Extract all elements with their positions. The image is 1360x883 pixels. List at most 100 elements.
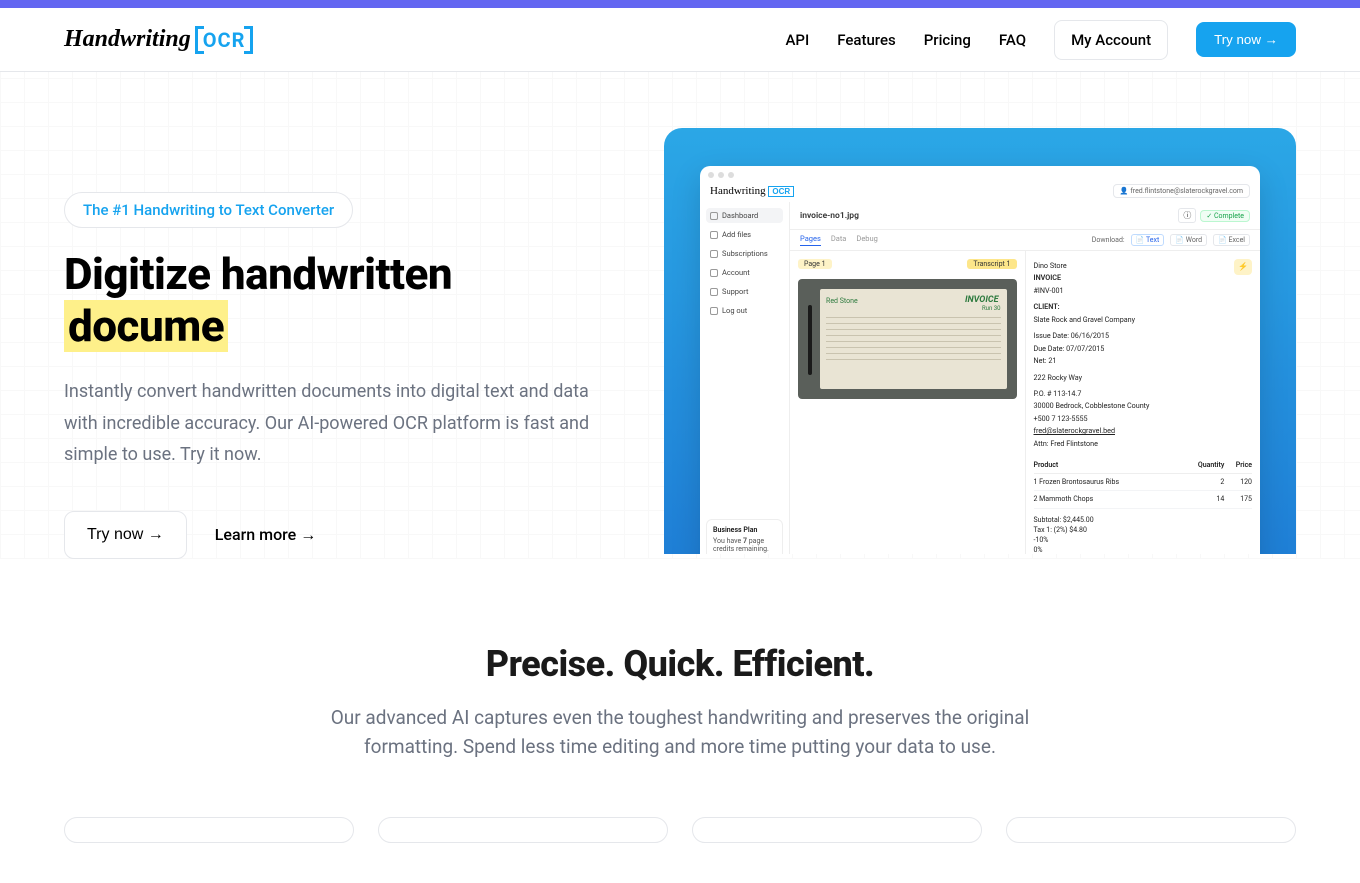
td-product: 2 Mammoth Chops [1034, 491, 1180, 508]
sidebar-item-subscriptions[interactable]: Subscriptions [706, 246, 783, 261]
sidebar-label-subs: Subscriptions [722, 249, 768, 258]
app-logo: Handwriting OCR [710, 185, 794, 197]
t-addr1: 222 Rocky Way [1034, 373, 1253, 383]
bolt-icon[interactable]: ⚡ [1234, 259, 1252, 275]
sidebar-item-support[interactable]: Support [706, 284, 783, 299]
app-screenshot: Handwriting OCR 👤 fred.flintstone@slater… [700, 166, 1260, 554]
hero-try-now-button[interactable]: Try now → [64, 511, 187, 559]
sidebar-label-account: Account [722, 268, 750, 277]
nav-features[interactable]: Features [837, 31, 895, 49]
sidebar-item-add-files[interactable]: Add files [706, 227, 783, 242]
t-number: #INV-001 [1034, 286, 1253, 296]
scan-invoice-title: INVOICE [965, 295, 999, 305]
sidebar-label-logout: Log out [722, 306, 747, 315]
transcript-table: Product Quantity Price 1 Frozen Brontosa… [1034, 457, 1253, 508]
features-intro-section: Precise. Quick. Efficient. Our advanced … [0, 559, 1360, 883]
t-attn: Attn: Fred Flintstone [1034, 439, 1253, 449]
sidebar-item-account[interactable]: Account [706, 265, 783, 280]
t-subtotal: Subtotal: $2,445.00 [1034, 515, 1253, 525]
hero-copy: The #1 Handwriting to Text Converter Dig… [64, 128, 624, 559]
hero-screenshot-frame: Handwriting OCR 👤 fred.flintstone@slater… [664, 128, 1296, 554]
download-row: Download: 📄 Text 📄 Word 📄 Excel [1092, 234, 1250, 246]
tabs: Pages Data Debug [800, 234, 878, 246]
t-client: Slate Rock and Gravel Company [1034, 315, 1253, 325]
tab-debug[interactable]: Debug [856, 234, 877, 246]
hero-pill: The #1 Handwriting to Text Converter [64, 192, 353, 228]
download-label: Download: [1092, 236, 1125, 244]
section2-heading: Precise. Quick. Efficient. [64, 643, 1296, 685]
download-text-label: Text [1146, 236, 1159, 244]
add-files-icon [710, 231, 718, 239]
hero-lead: Instantly convert handwritten documents … [64, 376, 624, 471]
t-heading: INVOICE [1034, 273, 1062, 282]
t-due: Due Date: 07/07/2015 [1034, 344, 1253, 354]
hero-learn-more-link[interactable]: Learn more → [215, 525, 316, 545]
mac-traffic-lights [700, 166, 1260, 184]
app-sidebar: Dashboard Add files Subscriptions Accoun… [700, 202, 790, 554]
scan-run-number: Run 30 [826, 305, 1001, 312]
table-row: 2 Mammoth Chops 14 175 [1034, 491, 1253, 508]
td-qty: 14 [1179, 491, 1224, 508]
t-disc2: 0% [1034, 545, 1253, 554]
t-store: Dino Store [1034, 261, 1253, 271]
download-excel-label: Excel [1229, 236, 1245, 244]
dashboard-icon [710, 212, 718, 220]
td-price: 175 [1224, 491, 1252, 508]
sidebar-item-logout[interactable]: Log out [706, 303, 783, 318]
td-qty: 2 [1179, 474, 1224, 491]
plan-name: Business Plan [713, 526, 776, 534]
logo-script: Handwriting [64, 26, 191, 53]
td-product: 1 Frozen Brontosaurus Ribs [1034, 474, 1180, 491]
hero-heading-highlight: docume [64, 300, 228, 352]
t-client-label: CLIENT: [1034, 302, 1060, 311]
tab-data[interactable]: Data [831, 234, 847, 246]
pen-graphic [808, 305, 812, 375]
tab-pages[interactable]: Pages [800, 234, 821, 246]
credits-line: You have 7 page credits remaining. [713, 537, 776, 553]
credits-pre: You have [713, 537, 743, 545]
status-badge: ✓ Complete [1200, 210, 1250, 222]
nav-try-now-button[interactable]: Try now → [1196, 22, 1296, 57]
transcript-pane: ⚡ Dino Store INVOICE #INV-001 CLIENT: Sl… [1025, 251, 1261, 554]
sidebar-item-dashboard[interactable]: Dashboard [706, 208, 783, 223]
sidebar-label-dashboard: Dashboard [722, 211, 758, 220]
nav-api[interactable]: API [785, 31, 809, 49]
hero-heading-pre: Digitize handwritten [64, 248, 452, 300]
account-icon [710, 269, 718, 277]
sidebar-subscription-box: Business Plan You have 7 page credits re… [706, 519, 783, 554]
hero-heading: Digitize handwritten docume [64, 248, 624, 352]
th-price: Price [1224, 457, 1252, 474]
main-nav: API Features Pricing FAQ My Account Try … [785, 20, 1296, 60]
page-preview-pane: Page 1 Transcript 1 Red Stone INVOICE Ru… [790, 251, 1025, 554]
sidebar-label-add: Add files [722, 230, 751, 239]
app-user-email-chip: 👤 fred.flintstone@slaterockgravel.com [1113, 184, 1250, 198]
t-phone: +500 7 123-5555 [1034, 414, 1253, 424]
th-qty: Quantity [1179, 457, 1224, 474]
feature-card [378, 817, 668, 843]
t-po: P.O. # 113-14.7 [1034, 389, 1253, 399]
support-icon [710, 288, 718, 296]
nav-my-account[interactable]: My Account [1054, 20, 1168, 60]
file-name: invoice-no1.jpg [800, 211, 859, 221]
scanned-image: Red Stone INVOICE Run 30 [798, 279, 1017, 399]
feature-cards-row [64, 817, 1296, 843]
nav-pricing[interactable]: Pricing [924, 31, 971, 49]
app-main: invoice-no1.jpg ⓘ ✓ Complete Pages Data … [790, 202, 1260, 554]
sidebar-label-support: Support [722, 287, 748, 296]
app-logo-box: OCR [768, 186, 794, 197]
totals: Subtotal: $2,445.00 Tax 1: (2%) $4.80 -1… [1034, 515, 1253, 554]
top-accent-bar [0, 0, 1360, 8]
hero-cta-row: Try now → Learn more → [64, 511, 624, 559]
info-icon[interactable]: ⓘ [1178, 208, 1196, 223]
app-user-email: fred.flintstone@slaterockgravel.com [1130, 187, 1243, 195]
page-chip: Page 1 [798, 259, 832, 269]
logo[interactable]: Handwriting OCR [64, 26, 253, 54]
status-text: Complete [1214, 212, 1244, 220]
t-tax: Tax 1: (2%) $4.80 [1034, 525, 1253, 535]
download-text-button[interactable]: 📄 Text [1131, 234, 1165, 246]
nav-faq[interactable]: FAQ [999, 31, 1026, 49]
subscriptions-icon [710, 250, 718, 258]
download-excel-button[interactable]: 📄 Excel [1213, 234, 1250, 246]
section2-lead: Our advanced AI captures even the toughe… [320, 703, 1040, 762]
download-word-button[interactable]: 📄 Word [1170, 234, 1207, 246]
